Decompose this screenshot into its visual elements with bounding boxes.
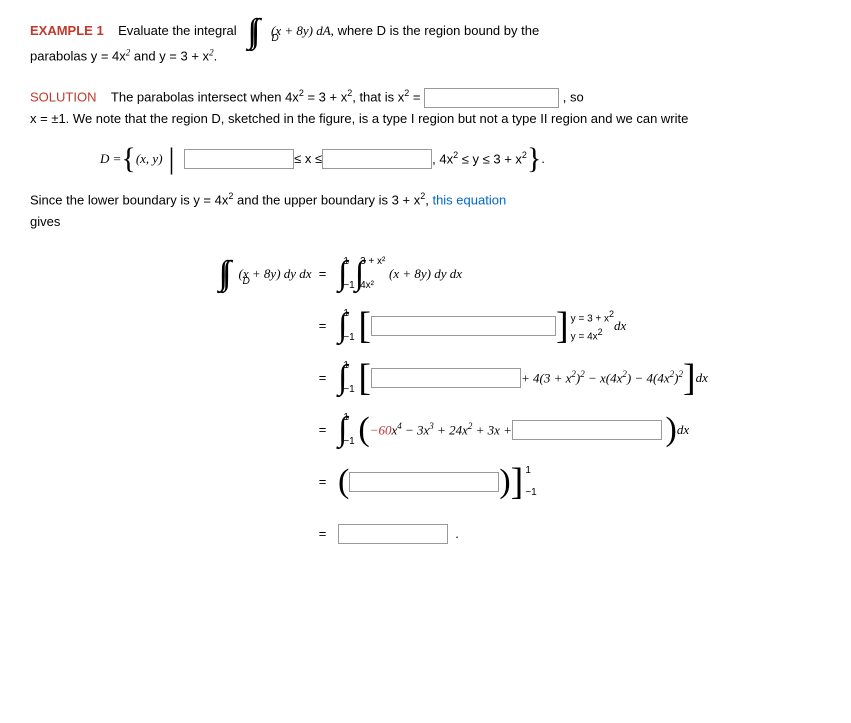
- step-5: = ( ) ] 1 −1: [30, 459, 821, 505]
- blank-step3[interactable]: [371, 368, 521, 388]
- solution-line2: x = ±1. We note that the region D, sketc…: [30, 111, 688, 126]
- example-label: EXAMPLE 1: [30, 23, 104, 38]
- blank-xsquared[interactable]: [424, 88, 559, 108]
- blank-step4[interactable]: [512, 420, 662, 440]
- since-para: Since the lower boundary is y = 4x2 and …: [30, 189, 821, 234]
- step-6: = .: [30, 511, 821, 557]
- blank-final[interactable]: [338, 524, 448, 544]
- step-2: = ∫ 1 −1 [ ] y = 3 + x2 y = 4x2 dx: [30, 303, 821, 349]
- step-1: ∫∫ D (x + 8y) dy dx = ∫ 1 −1 ∫ 3 + x² 4x…: [30, 251, 821, 297]
- step-4: = ∫ 1 −1 ( −60x4 − 3x3 + 24x2 + 3x + ) d…: [30, 407, 821, 453]
- region-D-sub: D: [272, 30, 279, 47]
- region-definition: D = { (x, y) | ≤ x ≤ , 4x2 ≤ y ≤ 3 + x2 …: [30, 148, 821, 170]
- lead-text: Evaluate the integral: [118, 23, 237, 38]
- blank-step5[interactable]: [349, 472, 499, 492]
- derivation: ∫∫ D (x + 8y) dy dx = ∫ 1 −1 ∫ 3 + x² 4x…: [30, 251, 821, 557]
- blank-xlower[interactable]: [184, 149, 294, 169]
- integrand: (x + 8y) dA,: [271, 23, 334, 38]
- double-integral-icon: ∫∫ D: [248, 18, 261, 45]
- eval-limits-x: 1 −1: [525, 466, 536, 498]
- solution-label: SOLUTION: [30, 89, 96, 104]
- eval-limits-y: y = 3 + x2 y = 4x2: [571, 310, 614, 342]
- where-text: where D is the region bound by the: [338, 23, 540, 38]
- parabola1: parabolas y = 4x2: [30, 49, 130, 64]
- this-equation-link[interactable]: this equation: [432, 192, 506, 207]
- step-3: = ∫ 1 −1 [ + 4(3 + x2)2 − x(4x2) − 4(4x2…: [30, 355, 821, 401]
- blank-step2[interactable]: [371, 316, 556, 336]
- and-text: and y = 3 + x2: [134, 49, 214, 64]
- solution-para1: SOLUTION The parabolas intersect when 4x…: [30, 86, 821, 131]
- problem-statement: EXAMPLE 1 Evaluate the integral ∫∫ D (x …: [30, 18, 821, 68]
- blank-xupper[interactable]: [322, 149, 432, 169]
